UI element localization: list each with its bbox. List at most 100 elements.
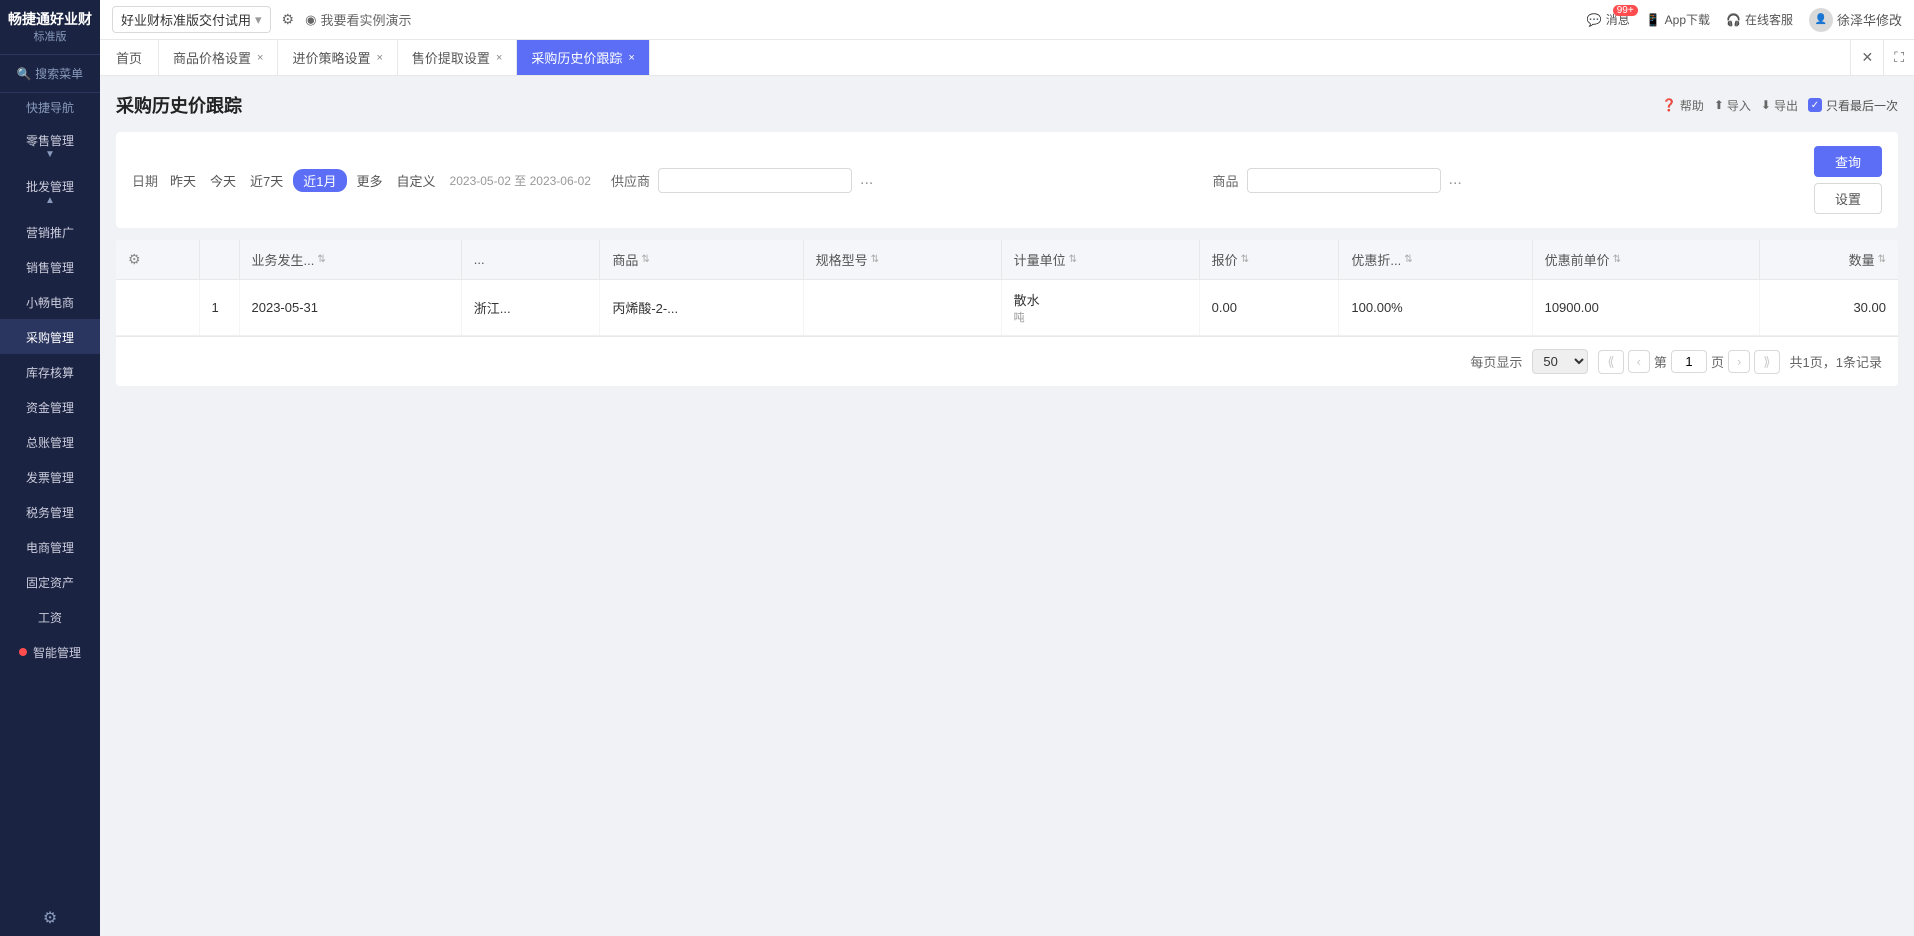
date-opt-more[interactable]: 更多 <box>353 169 387 192</box>
sidebar-item-salary[interactable]: 工资 <box>0 599 100 634</box>
goods-label: 商品 <box>1212 171 1238 190</box>
supplier-input[interactable] <box>658 168 852 193</box>
tab-sale-extract[interactable]: 售价提取设置 × <box>398 40 517 76</box>
th-dots[interactable]: ... <box>461 240 600 280</box>
th-gear[interactable]: ⚙ <box>116 240 199 280</box>
tab-sale-extract-label: 售价提取设置 <box>412 48 490 67</box>
goods-more-icon[interactable]: ... <box>1449 171 1462 189</box>
page-first-button[interactable]: ⟪ <box>1598 350 1623 374</box>
supplier-label: 供应商 <box>611 171 650 190</box>
page-next-button[interactable]: › <box>1728 350 1750 373</box>
date-opt-today[interactable]: 今天 <box>206 169 240 192</box>
sidebar-search[interactable]: 🔍 搜索菜单 <box>0 55 100 93</box>
td-seq: 1 <box>199 280 239 336</box>
tab-bar: 首页 商品价格设置 × 进价策略设置 × 售价提取设置 × 采购历史价跟踪 × … <box>100 40 1914 76</box>
user-menu[interactable]: 👤 徐泽华修改 <box>1809 8 1902 32</box>
tab-home[interactable]: 首页 <box>100 40 159 76</box>
th-unit[interactable]: 计量单位 ⇅ <box>1001 240 1199 280</box>
th-seq <box>199 240 239 280</box>
sidebar-bottom: ⚙ <box>0 900 100 936</box>
per-page-select[interactable]: 50 100 200 <box>1532 349 1588 374</box>
sidebar-item-assets[interactable]: 固定资产 <box>0 564 100 599</box>
import-icon: ⬆ <box>1714 98 1724 112</box>
sort-biz-date-icon: ⇅ <box>317 254 325 265</box>
filter-settings-button[interactable]: 设置 <box>1814 183 1882 214</box>
settings-button[interactable]: ⚙ <box>279 8 298 31</box>
sidebar-item-retail[interactable]: 零售管理 ▼ <box>0 122 100 168</box>
sort-spec-icon: ⇅ <box>871 254 879 265</box>
page-input[interactable] <box>1671 350 1707 373</box>
date-label: 日期 <box>132 171 158 190</box>
date-range-display: 2023-05-02 至 2023-06-02 <box>450 172 591 189</box>
th-price-before[interactable]: 优惠前单价 ⇅ <box>1532 240 1759 280</box>
th-quote[interactable]: 报价 ⇅ <box>1199 240 1339 280</box>
tab-price[interactable]: 商品价格设置 × <box>159 40 278 76</box>
help-button[interactable]: ❓ 帮助 <box>1662 97 1704 114</box>
date-options: 昨天 今天 近7天 近1月 更多 自定义 <box>166 169 440 192</box>
tab-maximize-button[interactable]: ⛶ <box>1883 40 1914 76</box>
message-badge: 99+ <box>1613 5 1638 16</box>
sidebar-item-inventory[interactable]: 库存核算 <box>0 354 100 389</box>
sidebar-quick-nav[interactable]: 快捷导航 <box>0 93 100 122</box>
sidebar-item-ecommerce[interactable]: 电商管理 <box>0 529 100 564</box>
tab-close-button[interactable]: ✕ <box>1850 40 1883 76</box>
date-opt-yesterday[interactable]: 昨天 <box>166 169 200 192</box>
query-button[interactable]: 查询 <box>1814 146 1882 177</box>
tab-price-close[interactable]: × <box>257 52 263 64</box>
tab-history-track-close[interactable]: × <box>628 52 634 64</box>
content-area: 采购历史价跟踪 ❓ 帮助 ⬆ 导入 ⬇ 导出 ✓ <box>100 76 1914 936</box>
sidebar-item-wholesale[interactable]: 批发管理 ▲ <box>0 168 100 214</box>
tab-purchase-strategy-close[interactable]: × <box>376 52 382 64</box>
tab-history-track[interactable]: 采购历史价跟踪 × <box>517 40 649 76</box>
goods-input[interactable] <box>1247 168 1441 193</box>
export-icon: ⬇ <box>1761 98 1771 112</box>
sidebar-item-ecommerce-small[interactable]: 小畅电商 <box>0 284 100 319</box>
play-icon: ◉ <box>305 12 316 28</box>
import-button[interactable]: ⬆ 导入 <box>1714 97 1751 114</box>
only-last-checkbox[interactable]: ✓ <box>1808 98 1822 112</box>
per-page-label: 每页显示 <box>1470 352 1522 371</box>
sidebar-item-sales[interactable]: 销售管理 <box>0 249 100 284</box>
sidebar-item-purchase[interactable]: 采购管理 <box>0 319 100 354</box>
date-opt-custom[interactable]: 自定义 <box>393 169 440 192</box>
tab-purchase-strategy[interactable]: 进价策略设置 × <box>278 40 397 76</box>
date-opt-last1m[interactable]: 近1月 <box>293 169 346 192</box>
search-icon: 🔍 <box>17 67 32 81</box>
td-goods: 丙烯酸-2-... <box>600 280 803 336</box>
page-last-button[interactable]: ⟫ <box>1754 350 1779 374</box>
chevron-down-icon: ▼ <box>45 149 55 160</box>
demo-button[interactable]: ◉ 我要看实例演示 <box>305 10 411 29</box>
th-biz-date[interactable]: 业务发生... ⇅ <box>239 240 461 280</box>
page-actions: ❓ 帮助 ⬆ 导入 ⬇ 导出 ✓ 只看最后一次 <box>1662 97 1898 114</box>
sidebar-item-marketing[interactable]: 营销推广 <box>0 214 100 249</box>
help-icon: ❓ <box>1662 98 1677 112</box>
chevron-up-icon: ▲ <box>45 195 55 206</box>
settings-icon[interactable]: ⚙ <box>43 910 57 927</box>
td-quantity: 30.00 <box>1759 280 1898 336</box>
tab-sale-extract-close[interactable]: × <box>496 52 502 64</box>
sidebar-item-tax[interactable]: 税务管理 <box>0 494 100 529</box>
sidebar-item-smart[interactable]: 智能管理 <box>0 634 100 669</box>
th-spec[interactable]: 规格型号 ⇅ <box>803 240 1001 280</box>
sort-goods-icon: ⇅ <box>641 254 649 265</box>
sidebar-item-invoice[interactable]: 发票管理 <box>0 459 100 494</box>
supplier-more-icon[interactable]: ... <box>860 171 873 189</box>
page-prev-button[interactable]: ‹ <box>1628 350 1650 373</box>
pagination-bar: 每页显示 50 100 200 ⟪ ‹ 第 页 › ⟫ <box>116 336 1898 386</box>
page-unit: 页 <box>1711 352 1724 371</box>
th-goods[interactable]: 商品 ⇅ <box>600 240 803 280</box>
date-opt-last7[interactable]: 近7天 <box>246 169 287 192</box>
export-button[interactable]: ⬇ 导出 <box>1761 97 1798 114</box>
sidebar-item-ledger[interactable]: 总账管理 <box>0 424 100 459</box>
th-quantity[interactable]: 数量 ⇅ <box>1759 240 1898 280</box>
logo-title: 畅捷通好业财 <box>8 10 92 28</box>
message-button[interactable]: 💬 消息 99+ <box>1587 11 1630 28</box>
online-service-button[interactable]: 🎧 在线客服 <box>1726 11 1793 28</box>
sidebar-item-finance[interactable]: 资金管理 <box>0 389 100 424</box>
notification-dot <box>19 648 27 656</box>
td-spec <box>803 280 1001 336</box>
app-download-button[interactable]: 📱 App下载 <box>1646 11 1710 28</box>
td-unit: 散水吨 <box>1001 280 1199 336</box>
edition-selector[interactable]: 好业财标准版交付试用 ▾ <box>112 6 271 33</box>
th-discount[interactable]: 优惠折... ⇅ <box>1339 240 1532 280</box>
